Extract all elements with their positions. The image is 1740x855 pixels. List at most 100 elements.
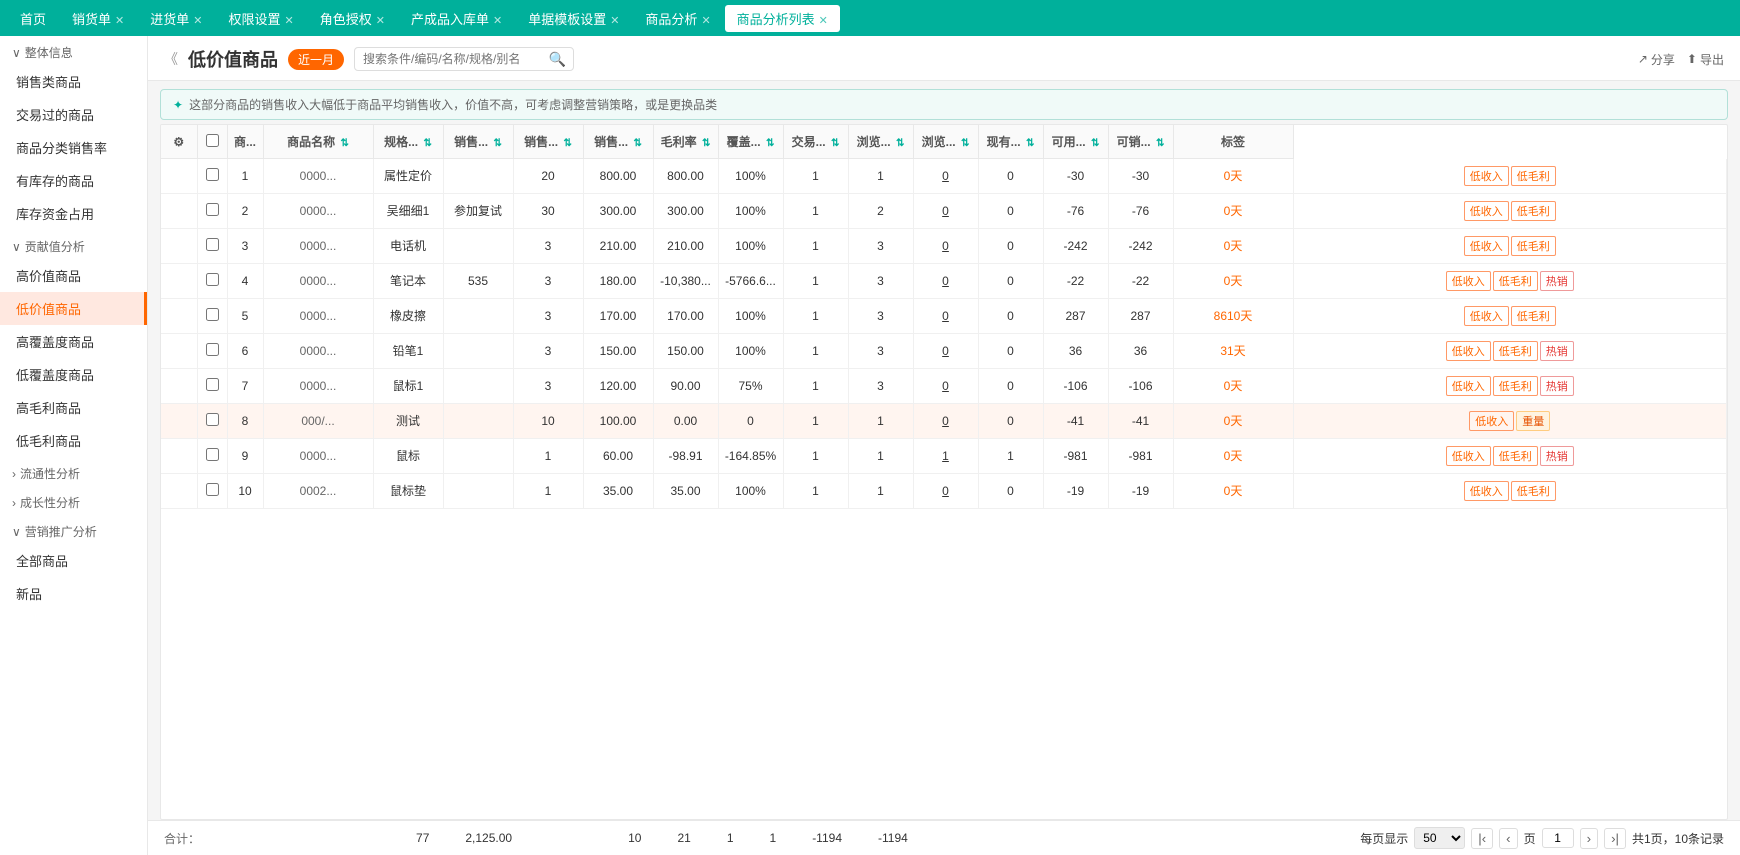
row-checkbox[interactable] <box>206 448 219 461</box>
row-checkbox[interactable] <box>206 168 219 181</box>
cell-browse1[interactable]: 0 <box>913 333 978 368</box>
row-checkbox[interactable] <box>206 378 219 391</box>
nav-home[interactable]: 首页 <box>8 5 58 32</box>
col-stock3[interactable]: 可销... ⇅ <box>1108 125 1173 159</box>
col-coverage[interactable]: 覆盖... ⇅ <box>718 125 783 159</box>
cell-s1: 3 <box>513 368 583 403</box>
cell-browse1[interactable]: 0 <box>913 403 978 438</box>
cell-browse1[interactable]: 0 <box>913 159 978 194</box>
col-sales1[interactable]: 销售... ⇅ <box>443 125 513 159</box>
row-checkbox[interactable] <box>206 308 219 321</box>
col-browse1[interactable]: 浏览... ⇅ <box>848 125 913 159</box>
sidebar-item-stock-funds[interactable]: 库存资金占用 <box>0 197 147 230</box>
prev-page-btn[interactable]: ‹ <box>1499 828 1517 849</box>
browse1-link[interactable]: 0 <box>942 239 949 253</box>
cell-browse1[interactable]: 0 <box>913 298 978 333</box>
sidebar-group-growth[interactable]: › 成长性分析 <box>0 486 147 515</box>
col-product-name[interactable]: 商品名称 ⇅ <box>263 125 373 159</box>
page-size-select[interactable]: 50 100 200 <box>1414 827 1465 849</box>
cell-check <box>197 263 227 298</box>
page-number-input[interactable] <box>1542 828 1574 848</box>
nav-sales[interactable]: 销货单✕ <box>60 5 136 32</box>
cell-s3: 90.00 <box>653 368 718 403</box>
nav-product-analysis[interactable]: 商品分析✕ <box>633 5 722 32</box>
sidebar-group-overall[interactable]: ∨ 整体信息 <box>0 36 147 65</box>
next-page-btn[interactable]: › <box>1580 828 1598 849</box>
sidebar-item-new-goods[interactable]: 新品 <box>0 577 147 610</box>
cell-browse1[interactable]: 0 <box>913 228 978 263</box>
sidebar-item-high-value[interactable]: 高价值商品 <box>0 259 147 292</box>
cell-tags: 低收入低毛利热销 <box>1293 333 1727 368</box>
browse1-link[interactable]: 0 <box>942 204 949 218</box>
col-trade[interactable]: 交易... ⇅ <box>783 125 848 159</box>
total-cover: 10 <box>628 831 641 845</box>
sidebar-item-low-coverage[interactable]: 低覆盖度商品 <box>0 358 147 391</box>
export-btn[interactable]: ⬆ 导出 <box>1687 51 1724 68</box>
cell-browse1[interactable]: 1 <box>913 438 978 473</box>
sidebar-item-sales-goods[interactable]: 销售类商品 <box>0 65 147 98</box>
row-checkbox[interactable] <box>206 273 219 286</box>
filter-recent-month-btn[interactable]: 近一月 <box>288 49 344 70</box>
sidebar-group-marketing[interactable]: ∨ 营销推广分析 <box>0 515 147 544</box>
browse1-link[interactable]: 0 <box>942 344 949 358</box>
search-icon[interactable]: 🔍 <box>549 51 566 68</box>
nav-purchase[interactable]: 进货单✕ <box>138 5 214 32</box>
col-sales3[interactable]: 销售... ⇅ <box>583 125 653 159</box>
sidebar-item-traded-goods[interactable]: 交易过的商品 <box>0 98 147 131</box>
browse1-link[interactable]: 0 <box>942 309 949 323</box>
cell-name: 鼠标1 <box>373 368 443 403</box>
sidebar-item-category-rate[interactable]: 商品分类销售率 <box>0 131 147 164</box>
col-sales2[interactable]: 销售... ⇅ <box>513 125 583 159</box>
cell-s1: 10 <box>513 403 583 438</box>
nav-close-sales[interactable]: ✕ <box>115 15 124 27</box>
row-checkbox[interactable] <box>206 343 219 356</box>
col-stock2[interactable]: 可用... ⇅ <box>1043 125 1108 159</box>
row-checkbox[interactable] <box>206 238 219 251</box>
nav-template[interactable]: 单据模板设置✕ <box>516 5 631 32</box>
row-checkbox[interactable] <box>206 203 219 216</box>
browse1-link[interactable]: 0 <box>942 414 949 428</box>
browse1-link[interactable]: 0 <box>942 274 949 288</box>
cell-rownum: 1 <box>227 159 263 194</box>
search-input[interactable] <box>354 47 574 71</box>
nav-roles[interactable]: 角色授权✕ <box>308 5 397 32</box>
table-row: 6 0000... 铅笔1 3 150.00 150.00 100% 1 3 0… <box>161 333 1727 368</box>
sidebar-item-all-goods[interactable]: 全部商品 <box>0 544 147 577</box>
row-checkbox[interactable] <box>206 413 219 426</box>
sidebar-collapse-btn[interactable]: 《 <box>164 49 178 69</box>
browse1-link[interactable]: 0 <box>942 484 949 498</box>
sidebar-group-flow[interactable]: › 流通性分析 <box>0 457 147 486</box>
sidebar-item-high-margin[interactable]: 高毛利商品 <box>0 391 147 424</box>
cell-spec: 535 <box>443 263 513 298</box>
col-stock1[interactable]: 现有... ⇅ <box>978 125 1043 159</box>
col-spec[interactable]: 规格... ⇅ <box>373 125 443 159</box>
sidebar-item-stock-goods[interactable]: 有库存的商品 <box>0 164 147 197</box>
col-browse2[interactable]: 浏览... ⇅ <box>913 125 978 159</box>
nav-permissions[interactable]: 权限设置✕ <box>216 5 305 32</box>
table-row: 9 0000... 鼠标 1 60.00 -98.91 -164.85% 1 1… <box>161 438 1727 473</box>
nav-analysis-list[interactable]: 商品分析列表✕ <box>725 5 840 32</box>
col-settings[interactable]: ⚙ <box>161 125 197 159</box>
cell-browse1[interactable]: 0 <box>913 263 978 298</box>
select-all-checkbox[interactable] <box>206 134 219 147</box>
col-margin[interactable]: 毛利率 ⇅ <box>653 125 718 159</box>
browse1-link[interactable]: 0 <box>942 379 949 393</box>
cell-stock2: 287 <box>1108 298 1173 333</box>
browse1-link[interactable]: 0 <box>942 169 949 183</box>
cell-browse1[interactable]: 0 <box>913 368 978 403</box>
row-checkbox[interactable] <box>206 483 219 496</box>
browse1-link[interactable]: 1 <box>942 449 949 463</box>
last-page-btn[interactable]: ›| <box>1604 828 1626 849</box>
cell-stock2: 36 <box>1108 333 1173 368</box>
sidebar-item-high-coverage[interactable]: 高覆盖度商品 <box>0 325 147 358</box>
sidebar-group-contribution[interactable]: ∨ 贡献值分析 <box>0 230 147 259</box>
cell-settings <box>161 228 197 263</box>
share-btn[interactable]: ↗ 分享 <box>1638 51 1675 68</box>
first-page-btn[interactable]: |‹ <box>1471 828 1493 849</box>
sidebar-item-low-value[interactable]: 低价值商品 <box>0 292 147 325</box>
nav-inbound[interactable]: 产成品入库单✕ <box>399 5 514 32</box>
data-table: ⚙ 商... 商品名称 ⇅ 规格... ⇅ 销售... ⇅ 销售... ⇅ 销售… <box>161 125 1727 509</box>
sidebar-item-low-margin[interactable]: 低毛利商品 <box>0 424 147 457</box>
cell-browse1[interactable]: 0 <box>913 193 978 228</box>
cell-browse1[interactable]: 0 <box>913 473 978 508</box>
